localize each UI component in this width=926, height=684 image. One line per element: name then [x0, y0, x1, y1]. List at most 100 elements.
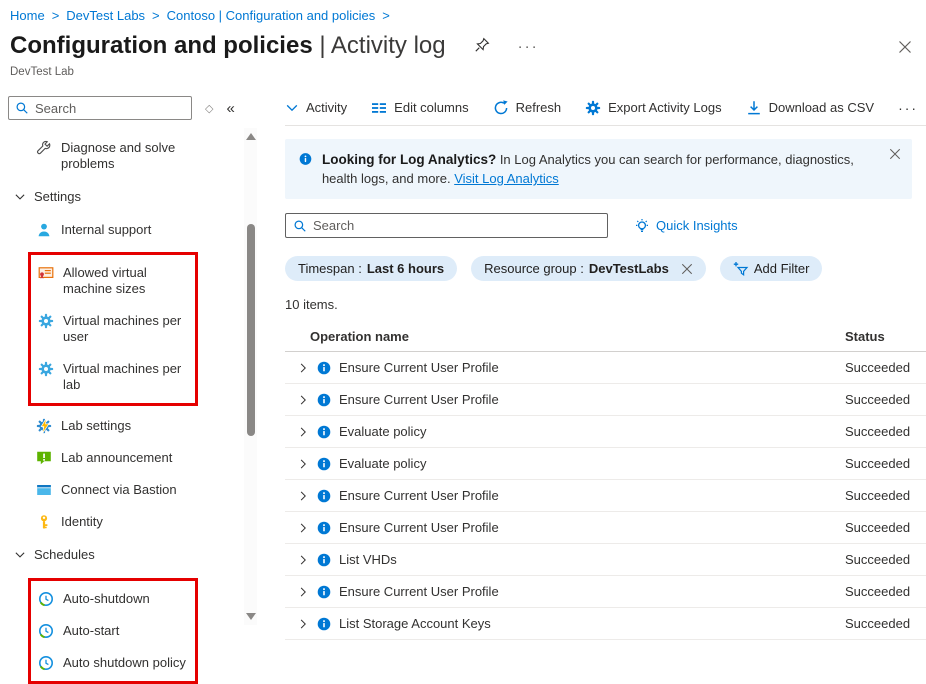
page-title: Configuration and policies | Activity lo… [10, 32, 446, 60]
sidebar-item-label: Identity [61, 514, 203, 530]
breadcrumb-separator: > [152, 8, 160, 23]
sidebar-item-vm-per-lab[interactable]: Virtual machines per lab [31, 353, 195, 401]
expand-chevron-icon[interactable] [297, 554, 309, 566]
sidebar-item-label: Auto-start [63, 623, 195, 639]
scroll-up-arrow-icon[interactable] [246, 133, 256, 140]
sidebar-item-auto-shutdown-policy[interactable]: Auto shutdown policy [31, 647, 195, 679]
breadcrumb: Home>DevTest Labs>Contoso | Configuratio… [10, 8, 397, 23]
sidebar-search-input[interactable] [35, 101, 185, 116]
table-row[interactable]: Ensure Current User Profile Succeeded [285, 480, 926, 512]
clock-icon [38, 623, 54, 639]
download-csv-button[interactable]: Download as CSV [746, 100, 875, 116]
chevron-down-icon [285, 101, 299, 115]
sidebar-item-auto-shutdown[interactable]: Auto-shutdown [31, 583, 195, 615]
refresh-button[interactable]: Refresh [493, 100, 562, 116]
operation-name: Ensure Current User Profile [339, 520, 837, 535]
scrollbar-thumb[interactable] [247, 224, 255, 436]
sidebar-search-box [8, 96, 192, 120]
refresh-icon [493, 100, 509, 116]
gear-icon [38, 313, 54, 329]
breadcrumb-devtest-labs[interactable]: DevTest Labs [66, 8, 145, 23]
status-value: Succeeded [845, 456, 926, 471]
banner-title: Looking for Log Analytics? [322, 152, 496, 167]
activity-dropdown[interactable]: Activity [285, 100, 347, 115]
sidebar-item-connect-bastion[interactable]: Connect via Bastion [0, 474, 264, 506]
table-row[interactable]: List Storage Account Keys Succeeded [285, 608, 926, 640]
collapse-sidebar-icon[interactable]: « [226, 100, 234, 117]
operation-name: Ensure Current User Profile [339, 360, 837, 375]
expand-chevron-icon[interactable] [297, 522, 309, 534]
table-row[interactable]: Evaluate policy Succeeded [285, 448, 926, 480]
pin-button[interactable] [474, 37, 490, 56]
sidebar-item-auto-start[interactable]: Auto-start [31, 615, 195, 647]
breadcrumb-home[interactable]: Home [10, 8, 45, 23]
close-icon [898, 40, 912, 54]
sidebar-item-label: Auto-shutdown [63, 591, 195, 607]
sidebar-item-allowed-vm-sizes[interactable]: Allowed virtual machine sizes [31, 257, 195, 305]
table-header: Operation name Status [285, 322, 926, 352]
sidebar-group-label: Schedules [34, 547, 95, 563]
sidebar-item-lab-settings[interactable]: Lab settings [0, 410, 264, 442]
status-value: Succeeded [845, 552, 926, 567]
gear-icon [38, 361, 54, 377]
table-row[interactable]: Ensure Current User Profile Succeeded [285, 352, 926, 384]
columns-icon [371, 100, 387, 116]
sidebar-menu: Diagnose and solve problems Settings Int… [0, 120, 264, 684]
sidebar-item-label: Lab announcement [61, 450, 203, 466]
table-row[interactable]: Ensure Current User Profile Succeeded [285, 512, 926, 544]
timespan-filter-pill[interactable]: Timespan : Last 6 hours [285, 256, 457, 281]
add-filter-pill[interactable]: Add Filter [720, 256, 823, 281]
banner-close-button[interactable] [889, 148, 901, 163]
remove-filter-icon[interactable] [681, 263, 693, 275]
chevron-down-icon [14, 191, 26, 203]
column-status[interactable]: Status [845, 329, 926, 344]
gear-lightning-icon [36, 418, 52, 434]
breadcrumb-contoso-config[interactable]: Contoso | Configuration and policies [167, 8, 376, 23]
sidebar-item-label: Connect via Bastion [61, 482, 203, 498]
export-activity-logs-button[interactable]: Export Activity Logs [585, 100, 721, 116]
sidebar-item-diagnose[interactable]: Diagnose and solve problems [0, 132, 264, 180]
activity-log-panel: Activity Edit columns Refresh Export Act… [285, 90, 926, 629]
info-icon [317, 553, 331, 567]
clock-icon [38, 655, 54, 671]
expand-chevron-icon[interactable] [297, 458, 309, 470]
status-value: Succeeded [845, 392, 926, 407]
status-value: Succeeded [845, 520, 926, 535]
column-operation-name[interactable]: Operation name [310, 329, 845, 344]
sidebar-item-identity[interactable]: Identity [0, 506, 264, 538]
sidebar-scrollbar[interactable] [244, 128, 257, 625]
sidebar-group-schedules[interactable]: Schedules [0, 538, 264, 572]
filter-add-icon [733, 261, 749, 277]
quick-insights-button[interactable]: Quick Insights [634, 218, 738, 234]
sidebar-group-settings[interactable]: Settings [0, 180, 264, 214]
sidebar-group-label: Settings [34, 189, 81, 205]
expand-chevron-icon[interactable] [297, 362, 309, 374]
scroll-down-arrow-icon[interactable] [246, 613, 256, 620]
highlight-box-schedules: Auto-shutdown Auto-start Auto shutdown p… [28, 578, 198, 684]
table-row[interactable]: Evaluate policy Succeeded [285, 416, 926, 448]
sidebar-item-internal-support[interactable]: Internal support [0, 214, 264, 246]
table-row[interactable]: Ensure Current User Profile Succeeded [285, 384, 926, 416]
edit-columns-button[interactable]: Edit columns [371, 100, 468, 116]
gear-icon [585, 100, 601, 116]
sidebar-item-lab-announcement[interactable]: Lab announcement [0, 442, 264, 474]
expand-chevron-icon[interactable] [297, 394, 309, 406]
clock-icon [38, 591, 54, 607]
command-bar-more-button[interactable]: ··· [898, 100, 918, 116]
visit-log-analytics-link[interactable]: Visit Log Analytics [454, 171, 559, 186]
blade-close-button[interactable] [898, 40, 912, 57]
search-icon [293, 219, 307, 233]
diamond-icon[interactable]: ◇ [205, 102, 213, 115]
expand-chevron-icon[interactable] [297, 426, 309, 438]
expand-chevron-icon[interactable] [297, 586, 309, 598]
resource-group-filter-pill[interactable]: Resource group : DevTestLabs [471, 256, 706, 281]
sidebar-item-vm-per-user[interactable]: Virtual machines per user [31, 305, 195, 353]
log-search-input[interactable] [313, 218, 600, 233]
table-row[interactable]: List VHDs Succeeded [285, 544, 926, 576]
sidebar-item-label: Diagnose and solve problems [61, 140, 203, 172]
table-row[interactable]: Ensure Current User Profile Succeeded [285, 576, 926, 608]
title-more-button[interactable]: ··· [518, 38, 539, 55]
expand-chevron-icon[interactable] [297, 490, 309, 502]
status-value: Succeeded [845, 488, 926, 503]
expand-chevron-icon[interactable] [297, 618, 309, 630]
